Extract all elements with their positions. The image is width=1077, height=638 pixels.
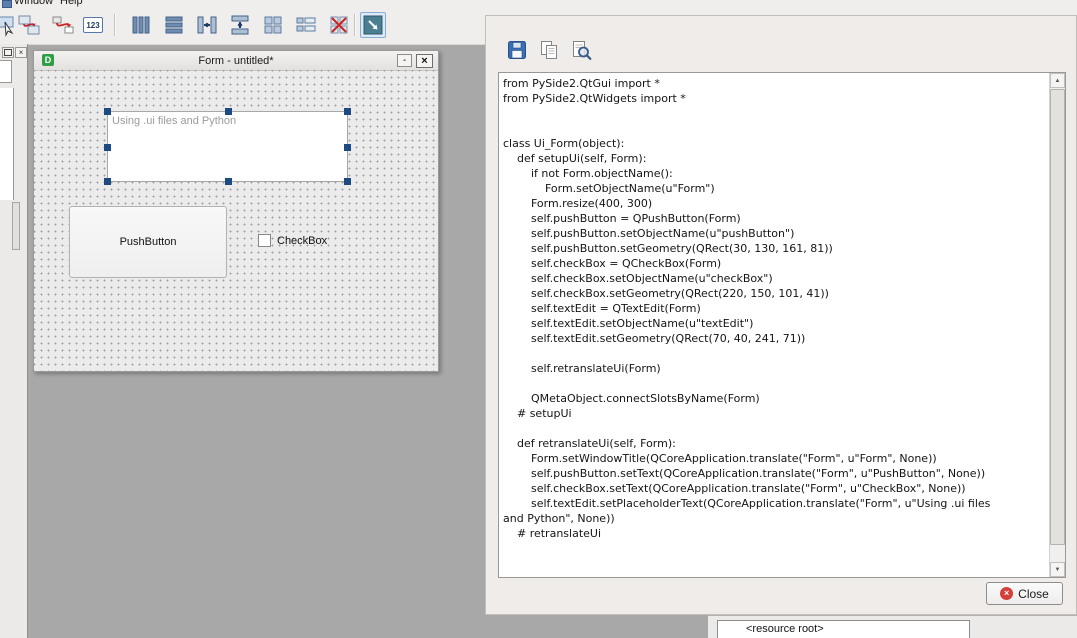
menubar: Window Help — [0, 0, 1077, 8]
toolbar-separator — [114, 14, 115, 36]
resize-handle-s[interactable] — [225, 178, 232, 185]
minimize-button[interactable]: - — [397, 54, 412, 67]
edit-buddies-icon[interactable] — [50, 12, 76, 38]
splitter-vertical-icon[interactable] — [227, 12, 253, 38]
dock-float-button[interactable] — [2, 47, 14, 58]
tab-order-label: 123 — [83, 17, 103, 33]
float-icon — [4, 49, 12, 56]
textedit-placeholder: Using .ui files and Python — [112, 115, 236, 127]
close-icon: × — [1000, 587, 1013, 600]
menu-help[interactable]: Help — [60, 0, 83, 7]
break-layout-icon[interactable] — [326, 12, 352, 38]
layout-form-icon[interactable] — [293, 12, 319, 38]
qt-designer-screen: Window Help 123 — [0, 0, 1077, 638]
save-icon[interactable] — [506, 39, 528, 61]
splitter-horizontal-icon[interactable] — [194, 12, 220, 38]
checkbox-widget[interactable]: CheckBox — [258, 234, 327, 247]
find-icon[interactable] — [570, 39, 592, 61]
pushbutton-widget[interactable]: PushButton — [69, 206, 227, 278]
resource-panel-fragment: <resource root> — [708, 615, 1077, 638]
close-window-button[interactable]: × — [416, 54, 433, 68]
dock-close-button[interactable]: × — [15, 47, 27, 58]
resize-handle-sw[interactable] — [104, 178, 111, 185]
adjust-size-icon[interactable] — [360, 12, 386, 38]
scroll-down-icon[interactable]: ▼ — [1050, 562, 1065, 577]
generated-code[interactable]: from PySide2.QtGui import * from PySide2… — [499, 73, 1049, 577]
code-view[interactable]: from PySide2.QtGui import * from PySide2… — [498, 72, 1066, 578]
widgetbox-filter-fragment[interactable] — [0, 60, 12, 83]
designer-form-icon: D — [42, 54, 54, 66]
edit-signals-slots-icon[interactable] — [16, 12, 42, 38]
widgetbox-scrollbar-fragment[interactable] — [12, 202, 20, 250]
resize-handle-n[interactable] — [225, 108, 232, 115]
code-preview-dialog: from PySide2.QtGui import * from PySide2… — [485, 15, 1077, 615]
checkbox-label: CheckBox — [277, 235, 327, 247]
toolbar-separator — [354, 14, 355, 36]
layout-vertical-icon[interactable] — [161, 12, 187, 38]
close-button[interactable]: × Close — [986, 582, 1063, 605]
resize-handle-se[interactable] — [344, 178, 351, 185]
close-button-label: Close — [1018, 587, 1049, 601]
widgetbox-panel-fragment — [0, 88, 14, 200]
form-window-title: Form - untitled* — [198, 55, 273, 67]
scroll-up-icon[interactable]: ▲ — [1050, 73, 1065, 88]
resource-root-item[interactable]: <resource root> — [746, 623, 824, 635]
form-editor-window: D Form - untitled* - × Using .ui files a… — [33, 50, 439, 372]
copy-icon[interactable] — [538, 39, 560, 61]
resource-tree[interactable]: <resource root> — [717, 620, 970, 638]
menu-window[interactable]: Window — [14, 0, 53, 7]
resize-handle-ne[interactable] — [344, 108, 351, 115]
scrollbar-thumb[interactable] — [1050, 89, 1065, 545]
layout-horizontal-icon[interactable] — [128, 12, 154, 38]
resize-handle-w[interactable] — [104, 144, 111, 151]
form-window-titlebar[interactable]: D Form - untitled* - × — [34, 51, 438, 71]
pushbutton-label: PushButton — [120, 236, 177, 248]
left-dock-strip: × — [0, 44, 28, 638]
resize-handle-e[interactable] — [344, 144, 351, 151]
layout-grid-icon[interactable] — [260, 12, 286, 38]
app-icon — [2, 0, 12, 8]
resize-handle-nw[interactable] — [104, 108, 111, 115]
code-scrollbar[interactable]: ▲ ▼ — [1049, 73, 1065, 577]
textedit-widget[interactable]: Using .ui files and Python — [107, 111, 348, 182]
tab-order-icon[interactable]: 123 — [80, 12, 106, 38]
checkbox-box — [258, 234, 271, 247]
